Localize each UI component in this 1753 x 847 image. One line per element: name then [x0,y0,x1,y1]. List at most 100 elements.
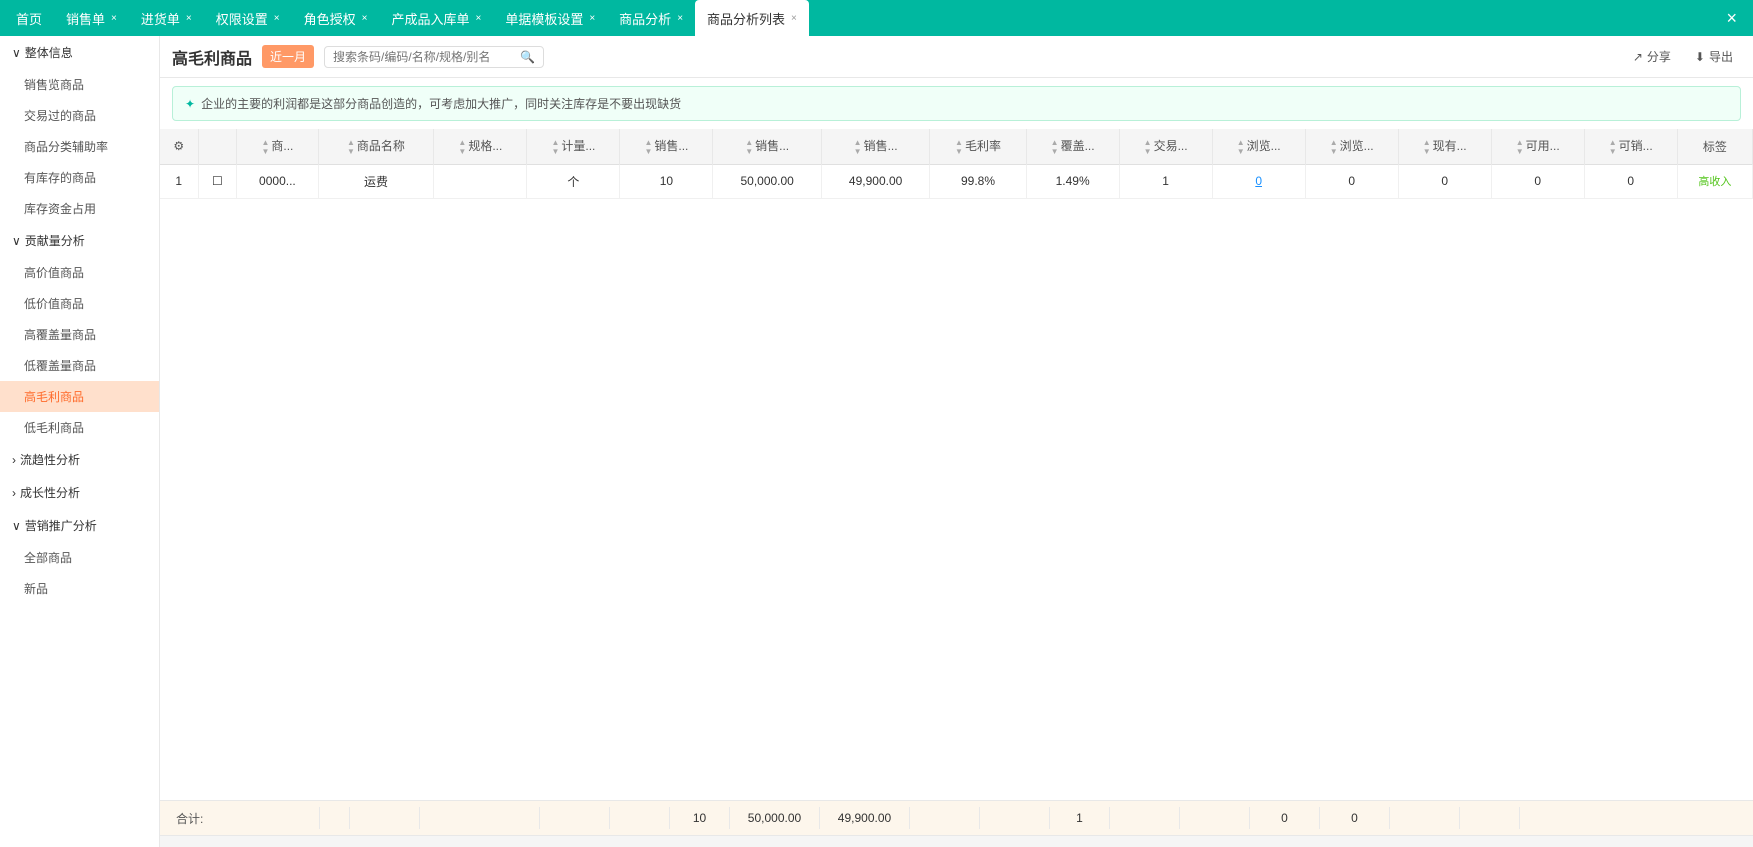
nav-tab-close-sales[interactable]: × [111,13,117,24]
footer-cell-12 [1110,807,1180,829]
content-header: 高毛利商品 近一月 🔍 ↗ 分享 ⬇ 导出 [160,36,1753,78]
sidebar-item-new-goods[interactable]: 新品 [0,573,159,604]
col-header-transaction[interactable]: ▲▼交易... [1119,129,1212,164]
cell-saleable: 0 [1584,164,1677,198]
sidebar-item-low-margin[interactable]: 低毛利商品 [0,412,159,443]
sidebar-item-high-value[interactable]: 高价值商品 [0,257,159,288]
sidebar-group-label-trend: 流趋性分析 [20,451,80,468]
sort-icon-code: ▲▼ [261,138,269,156]
col-header-gross-rate[interactable]: ▲▼毛利率 [930,129,1026,164]
sidebar-item-high-margin[interactable]: 高毛利商品 [0,381,159,412]
col-header-name[interactable]: ▲▼商品名称 [318,129,434,164]
sidebar-item-label-high-value: 高价值商品 [24,266,84,280]
sidebar-group-marketing[interactable]: ∨营销推广分析 [0,509,159,542]
sidebar-item-label-category-assist: 商品分类辅助率 [24,140,108,154]
cell-sales-cost: 49,900.00 [821,164,929,198]
col-header-saleable[interactable]: ▲▼可销... [1584,129,1677,164]
col-header-current-stock[interactable]: ▲▼现有... [1398,129,1491,164]
sidebar-item-stock-capital[interactable]: 库存资金占用 [0,193,159,224]
sidebar-item-low-value[interactable]: 低价值商品 [0,288,159,319]
cell-current-stock: 0 [1398,164,1491,198]
sidebar-item-label-traded-goods: 交易过的商品 [24,109,96,123]
col-header-browse2[interactable]: ▲▼浏览... [1305,129,1398,164]
footer-cell-11: 1 [1050,807,1110,829]
content-area: 高毛利商品 近一月 🔍 ↗ 分享 ⬇ 导出 ✦ 企业的主要的利润都是这部分商品创… [160,36,1753,847]
sidebar-item-traded-goods[interactable]: 交易过的商品 [0,100,159,131]
nav-tab-home[interactable]: 首页 [4,0,54,36]
nav-tab-label-role: 角色授权 [304,9,356,28]
col-header-code[interactable]: ▲▼商... [237,129,318,164]
search-icon[interactable]: 🔍 [520,50,535,64]
sort-icon-transaction: ▲▼ [1144,138,1152,156]
sidebar-item-label-high-freq: 高覆盖量商品 [24,328,96,342]
nav-tab-label-analysis: 商品分析 [619,9,671,28]
sidebar-item-label-low-freq: 低覆盖量商品 [24,359,96,373]
nav-tab-close-analysis[interactable]: × [677,13,683,24]
footer-cell-3 [420,807,540,829]
sidebar-group-trend[interactable]: ›流趋性分析 [0,443,159,476]
nav-tab-analysis-list[interactable]: 商品分析列表× [695,0,809,36]
footer-cell-14: 0 [1250,807,1320,829]
sidebar-item-all-goods[interactable]: 全部商品 [0,542,159,573]
search-input[interactable] [333,50,516,64]
footer-cell-13 [1180,807,1250,829]
export-button[interactable]: ⬇ 导出 [1687,44,1741,69]
col-header-coverage[interactable]: ▲▼覆盖... [1026,129,1119,164]
cell-sales-amount: 50,000.00 [713,164,821,198]
sidebar-group-profit[interactable]: ∨贡献量分析 [0,224,159,257]
nav-tab-product-entry[interactable]: 产成品入库单× [379,0,493,36]
sidebar-item-sales-goods[interactable]: 销售览商品 [0,69,159,100]
window-close-button[interactable]: × [1714,0,1749,36]
sidebar-item-high-freq[interactable]: 高覆盖量商品 [0,319,159,350]
cell-spec [434,164,527,198]
tag-badge: 高收入 [1698,176,1731,188]
main-layout: ∨整体信息销售览商品交易过的商品商品分类辅助率有库存的商品库存资金占用∨贡献量分… [0,36,1753,847]
sidebar-group-growth[interactable]: ›成长性分析 [0,476,159,509]
nav-tab-role[interactable]: 角色授权 × [292,0,380,36]
nav-tab-permission[interactable]: 权限设置× [204,0,292,36]
sort-icon-unit: ▲▼ [551,138,559,156]
arrow-icon-marketing: ∨ [12,519,21,533]
info-banner: ✦ 企业的主要的利润都是这部分商品创造的，可考虑加大推广，同时关注库存是不要出现… [172,86,1741,121]
nav-tab-close-purchase[interactable]: × [186,13,192,24]
data-table: ⚙▲▼商...▲▼商品名称▲▼规格...▲▼计量...▲▼销售...▲▼销售..… [160,129,1753,199]
nav-tab-close-role[interactable]: × [362,13,368,24]
bottom-scrollbar[interactable] [160,835,1753,847]
sidebar-group-label-overall: 整体信息 [25,44,73,61]
sidebar-item-stocked-goods[interactable]: 有库存的商品 [0,162,159,193]
link-value[interactable]: 0 [1255,174,1262,188]
share-button[interactable]: ↗ 分享 [1625,44,1679,69]
cell-num: 1 [160,164,198,198]
nav-tab-purchase[interactable]: 进货单× [129,0,204,36]
col-header-spec[interactable]: ▲▼规格... [434,129,527,164]
col-header-unit[interactable]: ▲▼计量... [527,129,620,164]
arrow-icon-profit: ∨ [12,234,21,248]
search-box[interactable]: 🔍 [324,46,544,68]
nav-tab-close-analysis-list[interactable]: × [791,13,797,24]
filter-recent-month-button[interactable]: 近一月 [262,45,314,68]
nav-tab-template[interactable]: 单据模板设置× [493,0,607,36]
sidebar-item-category-assist[interactable]: 商品分类辅助率 [0,131,159,162]
col-header-browse1[interactable]: ▲▼浏览... [1212,129,1305,164]
col-header-available[interactable]: ▲▼可用... [1491,129,1584,164]
col-header-sales-qty[interactable]: ▲▼销售... [620,129,713,164]
nav-tab-close-product-entry[interactable]: × [475,13,481,24]
nav-tab-close-permission[interactable]: × [274,13,280,24]
table-footer: 合计: 1050,000.0049,900.00100 [160,800,1753,835]
cell-coverage: 1.49% [1026,164,1119,198]
table-container: ⚙▲▼商...▲▼商品名称▲▼规格...▲▼计量...▲▼销售...▲▼销售..… [160,129,1753,800]
col-header-sales-amount[interactable]: ▲▼销售... [713,129,821,164]
footer-cell-9 [910,807,980,829]
col-header-sales-cost[interactable]: ▲▼销售... [821,129,929,164]
sidebar-group-overall[interactable]: ∨整体信息 [0,36,159,69]
cell-checkbox[interactable]: ☐ [198,164,237,198]
sidebar-item-low-freq[interactable]: 低覆盖量商品 [0,350,159,381]
nav-tab-analysis[interactable]: 商品分析 × [607,0,695,36]
sidebar-item-label-stock-capital: 库存资金占用 [24,202,96,216]
table-row: 1☐0000...运费个1050,000.0049,900.0099.8%1.4… [160,164,1753,198]
sidebar-item-label-stocked-goods: 有库存的商品 [24,171,96,185]
cell-tag: 高收入 [1677,164,1752,198]
footer-cell-5 [610,807,670,829]
nav-tab-close-template[interactable]: × [589,13,595,24]
nav-tab-sales[interactable]: 销售单× [54,0,129,36]
